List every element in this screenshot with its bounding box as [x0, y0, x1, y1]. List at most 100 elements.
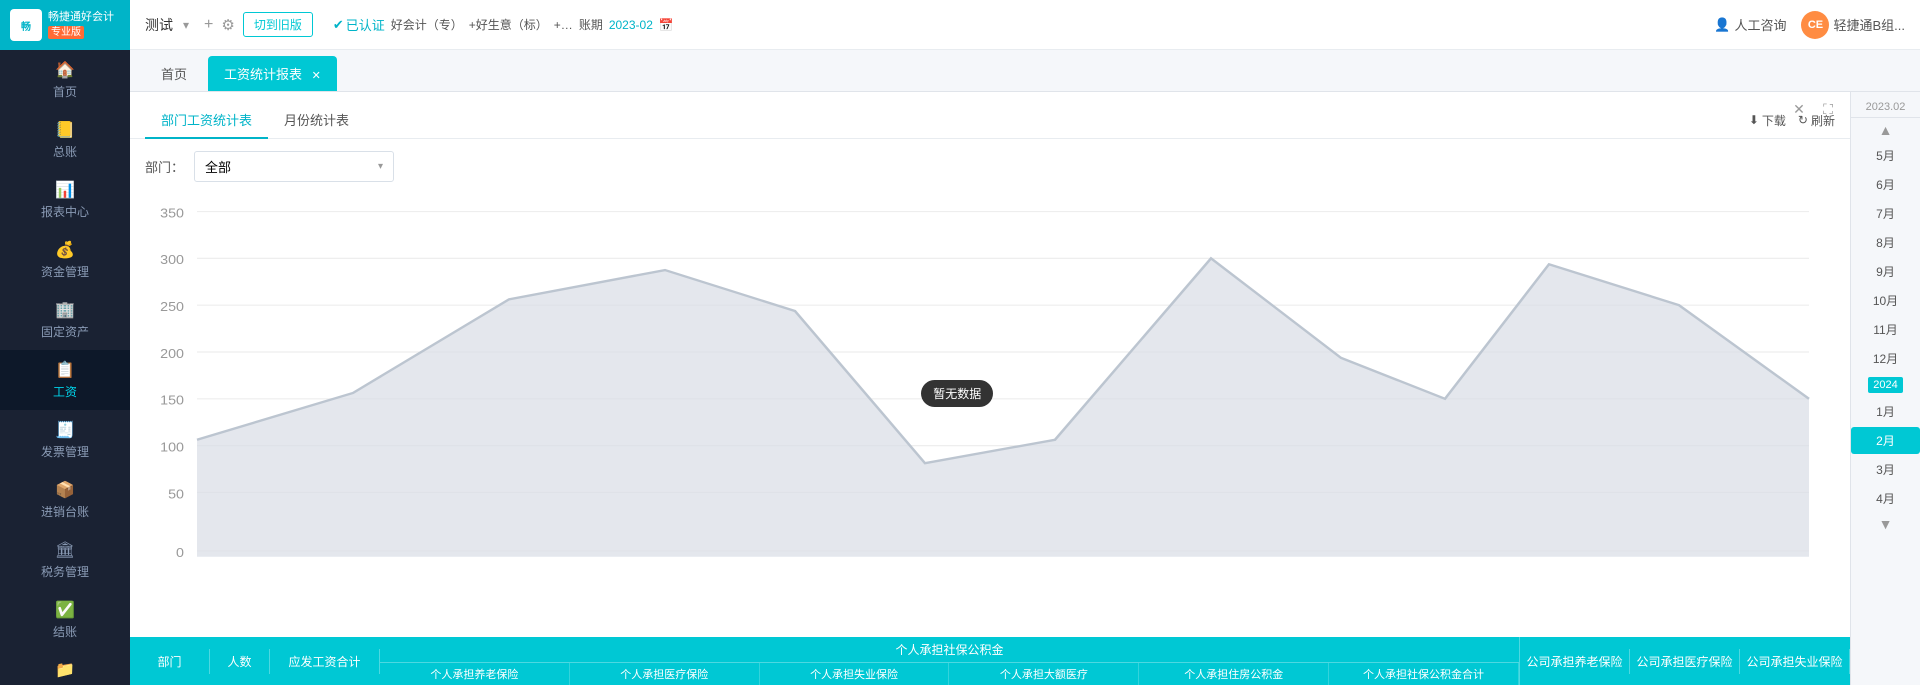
col-personal-medical: 个人承担医疗保险: [570, 663, 760, 685]
col-personal-total: 个人承担社保公积金合计: [1329, 663, 1519, 685]
sales-icon: 📦: [55, 480, 75, 500]
topbar-actions: + ⚙ 切到旧版: [204, 12, 313, 37]
table-footer: 部门 人数 应发工资合计 个人承担社保公积金 个人承担养老保险 个人承担医疗: [130, 637, 1850, 685]
dept-filter-label: 部门：: [145, 157, 184, 176]
period-label: 账期: [579, 16, 603, 33]
month-5[interactable]: 5月: [1851, 142, 1920, 169]
month-2-active[interactable]: 2月: [1851, 427, 1920, 454]
sidebar-logo: 畅 畅捷通好会计 专业版: [0, 0, 130, 50]
month-6[interactable]: 6月: [1851, 171, 1920, 198]
funds-icon: 💰: [55, 240, 75, 260]
month-3[interactable]: 3月: [1851, 456, 1920, 483]
topbar-right: 👤 人工咨询 CE 轻捷通B组...: [1714, 11, 1905, 39]
close-window-button[interactable]: ✕: [1787, 97, 1811, 121]
month-12[interactable]: 12月: [1851, 345, 1920, 372]
main-area: 测试 ▾ + ⚙ 切到旧版 ✔ 已认证 好会计（专） +好生意（标） +… 账期…: [130, 0, 1920, 685]
col-group-header: 个人承担社保公积金: [380, 637, 1519, 663]
window-buttons: ✕ ⛶: [1777, 92, 1850, 126]
col-group-personal-insurance: 个人承担社保公积金 个人承担养老保险 个人承担医疗保险 个人承担失业保险 个人承…: [380, 637, 1520, 685]
user-avatar: CE: [1801, 11, 1829, 39]
side-panel-months: 5月 6月 7月 8月 9月 10月 11月 12月 2024 1月 2月 3月…: [1851, 142, 1920, 512]
month-10[interactable]: 10月: [1851, 287, 1920, 314]
logo-icon: 畅: [10, 9, 42, 41]
settings-icon[interactable]: ⚙: [221, 16, 234, 34]
dropdown-arrow-icon[interactable]: ▾: [183, 18, 189, 32]
sidebar-item-archive[interactable]: 📁归档管理: [0, 650, 130, 685]
tab-close-icon[interactable]: ✕: [312, 70, 321, 82]
sidebar-item-funds[interactable]: 💰资金管理: [0, 230, 130, 290]
col-personal-big-medical: 个人承担大额医疗: [949, 663, 1139, 685]
side-panel: 2023.02 ▲ 5月 6月 7月 8月 9月 10月 11月 12月 202…: [1850, 92, 1920, 685]
ledger-icon: 📒: [55, 120, 75, 140]
tab-salary-report[interactable]: 工资统计报表 ✕: [208, 56, 337, 91]
topbar-tags: ✔ 已认证 好会计（专） +好生意（标） +… 账期 2023-02 📅: [333, 15, 674, 34]
logo-text: 畅捷通好会计 专业版: [48, 10, 114, 40]
sidebar-item-sales[interactable]: 📦进销台账: [0, 470, 130, 530]
sidebar-item-reports[interactable]: 📊报表中心: [0, 170, 130, 230]
side-panel-up-arrow[interactable]: ▲: [1875, 118, 1897, 142]
home-icon: 🏠: [55, 60, 75, 80]
side-panel-down-arrow[interactable]: ▼: [1875, 512, 1897, 536]
col-group-cells: 个人承担养老保险 个人承担医疗保险 个人承担失业保险 个人承担大额医疗 个人承担: [380, 663, 1519, 685]
col-company-medical: 公司承担医疗保险: [1630, 649, 1740, 674]
col-personal-pension: 个人承担养老保险: [380, 663, 570, 685]
period-value: 2023-02: [609, 18, 653, 32]
month-9[interactable]: 9月: [1851, 258, 1920, 285]
sidebar-item-ledger[interactable]: 📒总账: [0, 110, 130, 170]
year-2024-label: 2024: [1868, 377, 1902, 393]
month-8[interactable]: 8月: [1851, 229, 1920, 256]
col-personal-unemployment: 个人承担失业保险: [760, 663, 950, 685]
sub-tab-dept[interactable]: 部门工资统计表: [145, 102, 268, 139]
add-button[interactable]: +: [204, 16, 213, 34]
sidebar-item-invoices[interactable]: 🧾发票管理: [0, 410, 130, 470]
sidebar-item-checkout[interactable]: ✅结账: [0, 590, 130, 650]
month-7[interactable]: 7月: [1851, 200, 1920, 227]
svg-text:200: 200: [160, 346, 184, 360]
expand-window-button[interactable]: ⛶: [1816, 97, 1840, 121]
sidebar-nav: 🏠首页📒总账📊报表中心💰资金管理🏢固定资产📋工资🧾发票管理📦进销台账🏛税务管理✅…: [0, 50, 130, 685]
svg-text:100: 100: [160, 440, 184, 454]
svg-text:300: 300: [160, 253, 184, 267]
svg-text:50: 50: [168, 487, 184, 501]
good-accounting-tag: 好会计（专）: [391, 16, 463, 33]
select-arrow-icon: ▾: [378, 161, 383, 172]
month-4[interactable]: 4月: [1851, 485, 1920, 512]
salary-icon: 📋: [55, 360, 75, 380]
verified-tag: ✔ 已认证: [333, 15, 385, 34]
tab-home[interactable]: 首页: [145, 56, 203, 91]
checkout-icon: ✅: [55, 600, 75, 620]
svg-text:150: 150: [160, 393, 184, 407]
topbar: 测试 ▾ + ⚙ 切到旧版 ✔ 已认证 好会计（专） +好生意（标） +… 账期…: [130, 0, 1920, 50]
archive-icon: 📁: [55, 660, 75, 680]
more-tags: +…: [554, 18, 573, 32]
sidebar-item-home[interactable]: 🏠首页: [0, 50, 130, 110]
col-salary: 应发工资合计: [270, 649, 380, 674]
sub-tab-monthly[interactable]: 月份统计表: [268, 102, 365, 139]
reports-icon: 📊: [55, 180, 75, 200]
sidebar-item-assets[interactable]: 🏢固定资产: [0, 290, 130, 350]
svg-text:350: 350: [160, 206, 184, 220]
col-personal-housing-fund: 个人承担住房公积金: [1139, 663, 1329, 685]
invoices-icon: 🧾: [55, 420, 75, 440]
tabbar: 首页 工资统计报表 ✕: [130, 50, 1920, 92]
chart-container: 350 300 250 200 150 100 50 0: [130, 194, 1850, 637]
calendar-icon[interactable]: 📅: [659, 18, 674, 32]
assets-icon: 🏢: [55, 300, 75, 320]
dept-filter-select[interactable]: 全部 ▾: [194, 151, 394, 182]
sidebar-item-tax[interactable]: 🏛税务管理: [0, 530, 130, 590]
sidebar: 畅 畅捷通好会计 专业版 🏠首页📒总账📊报表中心💰资金管理🏢固定资产📋工资🧾发票…: [0, 0, 130, 685]
month-11[interactable]: 11月: [1851, 316, 1920, 343]
user-menu[interactable]: CE 轻捷通B组...: [1801, 11, 1905, 39]
help-button[interactable]: 👤 人工咨询: [1714, 15, 1786, 34]
col-headcount: 人数: [210, 649, 270, 674]
month-1[interactable]: 1月: [1851, 398, 1920, 425]
book-title: 测试: [145, 15, 173, 35]
content-area: ✕ ⛶ 部门工资统计表 月份统计表 ⬇ 下载 ↻: [130, 92, 1850, 685]
filter-row: 部门： 全部 ▾: [130, 139, 1850, 194]
download-icon: ⬇: [1749, 113, 1759, 127]
good-business-tag: +好生意（标）: [469, 16, 548, 33]
sidebar-item-salary[interactable]: 📋工资: [0, 350, 130, 410]
salary-chart: 350 300 250 200 150 100 50 0: [145, 194, 1835, 627]
svg-text:0: 0: [176, 545, 184, 559]
switch-version-button[interactable]: 切到旧版: [243, 12, 313, 37]
